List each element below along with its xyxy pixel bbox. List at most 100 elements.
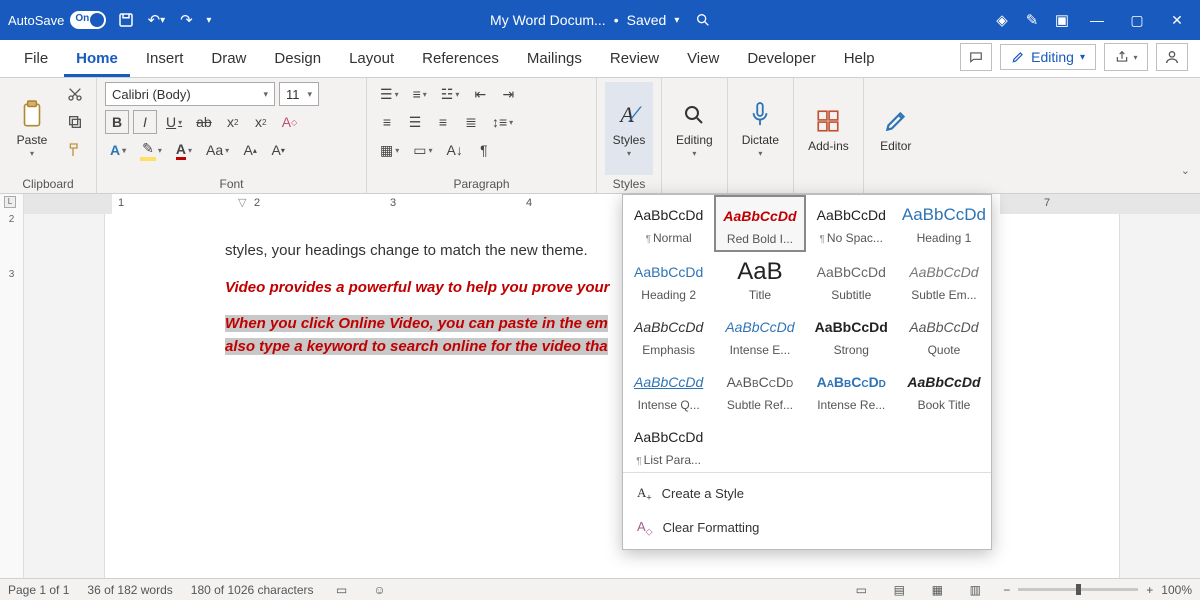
share-button[interactable]: ▾	[1104, 43, 1148, 71]
redo-icon[interactable]: ↷	[176, 10, 196, 30]
collapse-ribbon-icon[interactable]: ⌄	[1181, 164, 1190, 177]
maximize-button[interactable]: ▢	[1122, 5, 1152, 35]
tab-mailings[interactable]: Mailings	[515, 42, 594, 77]
zoom-slider[interactable]: − + 100%	[1003, 583, 1192, 597]
tab-help[interactable]: Help	[832, 42, 887, 77]
word-count[interactable]: 36 of 182 words	[87, 583, 172, 597]
cut-button[interactable]	[62, 82, 88, 106]
zoom-out-icon[interactable]: −	[1003, 583, 1010, 597]
create-style-item[interactable]: A+ Create a Style	[623, 477, 991, 511]
text-effects-button[interactable]: A▾	[105, 138, 131, 162]
style-intense-re-[interactable]: AaBbCcDdIntense Re...	[806, 362, 897, 417]
style-list-para-[interactable]: AaBbCcDd¶List Para...	[623, 417, 714, 472]
search-icon[interactable]	[693, 10, 713, 30]
style-subtitle[interactable]: AaBbCcDdSubtitle	[806, 252, 897, 307]
document-title[interactable]: My Word Docum... • Saved ▾	[490, 12, 679, 28]
underline-button[interactable]: U▾	[161, 110, 187, 134]
bold-button[interactable]: B	[105, 110, 129, 134]
coauthor-icon[interactable]	[1156, 43, 1188, 71]
zoom-level[interactable]: 100%	[1161, 583, 1192, 597]
subscript-button[interactable]: x2	[221, 110, 245, 134]
web-layout-icon[interactable]: ▥	[965, 582, 985, 598]
style-no-spac-[interactable]: AaBbCcDd¶No Spac...	[806, 195, 897, 252]
minimize-button[interactable]: —	[1082, 5, 1112, 35]
grow-font-button[interactable]: A▴	[238, 138, 262, 162]
addins-button[interactable]: Add-ins	[802, 82, 855, 175]
style-title[interactable]: AaBTitle	[714, 252, 805, 307]
tab-file[interactable]: File	[12, 42, 60, 77]
font-color-button[interactable]: A▾	[171, 138, 197, 162]
page-indicator[interactable]: Page 1 of 1	[8, 583, 69, 597]
tab-home[interactable]: Home	[64, 42, 130, 77]
style-quote[interactable]: AaBbCcDdQuote	[897, 307, 991, 362]
print-layout-icon[interactable]: ▦	[927, 582, 947, 598]
style-intense-q-[interactable]: AaBbCcDdIntense Q...	[623, 362, 714, 417]
style-emphasis[interactable]: AaBbCcDdEmphasis	[623, 307, 714, 362]
close-button[interactable]: ✕	[1162, 5, 1192, 35]
style-subtle-ref-[interactable]: AaBbCcDdSubtle Ref...	[714, 362, 805, 417]
zoom-in-icon[interactable]: +	[1146, 583, 1153, 597]
style-intense-e-[interactable]: AaBbCcDdIntense E...	[714, 307, 805, 362]
window-layout-icon[interactable]: ▣	[1052, 10, 1072, 30]
font-name-combo[interactable]: Calibri (Body)▾	[105, 82, 275, 106]
style-red-bold-i-[interactable]: AaBbCcDdRed Bold I...	[714, 195, 805, 252]
styles-button[interactable]: A⁄ Styles ▾	[605, 82, 653, 175]
wand-icon[interactable]: ✎	[1022, 10, 1042, 30]
format-painter-button[interactable]	[62, 138, 88, 162]
comments-button[interactable]	[960, 43, 992, 71]
style-heading-2[interactable]: AaBbCcDdHeading 2	[623, 252, 714, 307]
spellcheck-icon[interactable]: ▭	[332, 582, 352, 598]
highlight-button[interactable]: ✎▾	[135, 138, 167, 162]
style-heading-1[interactable]: AaBbCcDdHeading 1	[897, 195, 991, 252]
show-marks-button[interactable]: ¶	[472, 138, 496, 162]
undo-icon[interactable]: ↶▾	[146, 10, 166, 30]
tab-review[interactable]: Review	[598, 42, 671, 77]
char-count[interactable]: 180 of 1026 characters	[191, 583, 314, 597]
autosave-toggle[interactable]: AutoSave On	[8, 11, 106, 29]
tab-developer[interactable]: Developer	[735, 42, 827, 77]
decrease-indent-button[interactable]: ⇤	[468, 82, 492, 106]
style-book-title[interactable]: AaBbCcDdBook Title	[897, 362, 991, 417]
style-normal[interactable]: AaBbCcDd¶Normal	[623, 195, 714, 252]
tab-design[interactable]: Design	[262, 42, 333, 77]
diamond-icon[interactable]: ◈	[992, 10, 1012, 30]
paste-button[interactable]: Paste ▾	[8, 82, 56, 175]
focus-mode-icon[interactable]: ▭	[851, 582, 871, 598]
editing-mode-button[interactable]: Editing ▾	[1000, 44, 1096, 70]
style-subtle-em-[interactable]: AaBbCcDdSubtle Em...	[897, 252, 991, 307]
save-icon[interactable]	[116, 10, 136, 30]
tab-view[interactable]: View	[675, 42, 731, 77]
align-right-button[interactable]: ≡	[431, 110, 455, 134]
sort-button[interactable]: A↓	[442, 138, 468, 162]
justify-button[interactable]: ≣	[459, 110, 483, 134]
clear-formatting-button[interactable]: A◇	[277, 110, 303, 134]
tab-references[interactable]: References	[410, 42, 511, 77]
clear-formatting-item[interactable]: A◇ Clear Formatting	[623, 511, 991, 546]
tab-insert[interactable]: Insert	[134, 42, 196, 77]
align-center-button[interactable]: ☰	[403, 110, 427, 134]
superscript-button[interactable]: x2	[249, 110, 273, 134]
shading-button[interactable]: ▦▾	[375, 138, 404, 162]
change-case-button[interactable]: Aa▾	[201, 138, 234, 162]
shrink-font-button[interactable]: A▾	[266, 138, 290, 162]
editing-button[interactable]: Editing ▾	[670, 82, 719, 175]
italic-button[interactable]: I	[133, 110, 157, 134]
borders-button[interactable]: ▭▾	[408, 138, 437, 162]
tab-draw[interactable]: Draw	[199, 42, 258, 77]
strikethrough-button[interactable]: ab	[191, 110, 217, 134]
increase-indent-button[interactable]: ⇥	[496, 82, 520, 106]
indent-marker-icon[interactable]: ▽	[238, 196, 246, 209]
tab-layout[interactable]: Layout	[337, 42, 406, 77]
style-strong[interactable]: AaBbCcDdStrong	[806, 307, 897, 362]
bullets-button[interactable]: ☰▾	[375, 82, 404, 106]
numbering-button[interactable]: ≡▾	[408, 82, 432, 106]
font-size-combo[interactable]: 11▾	[279, 82, 319, 106]
dictate-button[interactable]: Dictate ▾	[736, 82, 785, 175]
editor-button[interactable]: Editor	[872, 82, 920, 175]
copy-button[interactable]	[62, 110, 88, 134]
align-left-button[interactable]: ≡	[375, 110, 399, 134]
multilevel-list-button[interactable]: ☳▾	[436, 82, 465, 106]
accessibility-icon[interactable]: ☺	[370, 582, 390, 598]
autosave-switch[interactable]: On	[70, 11, 106, 29]
read-mode-icon[interactable]: ▤	[889, 582, 909, 598]
